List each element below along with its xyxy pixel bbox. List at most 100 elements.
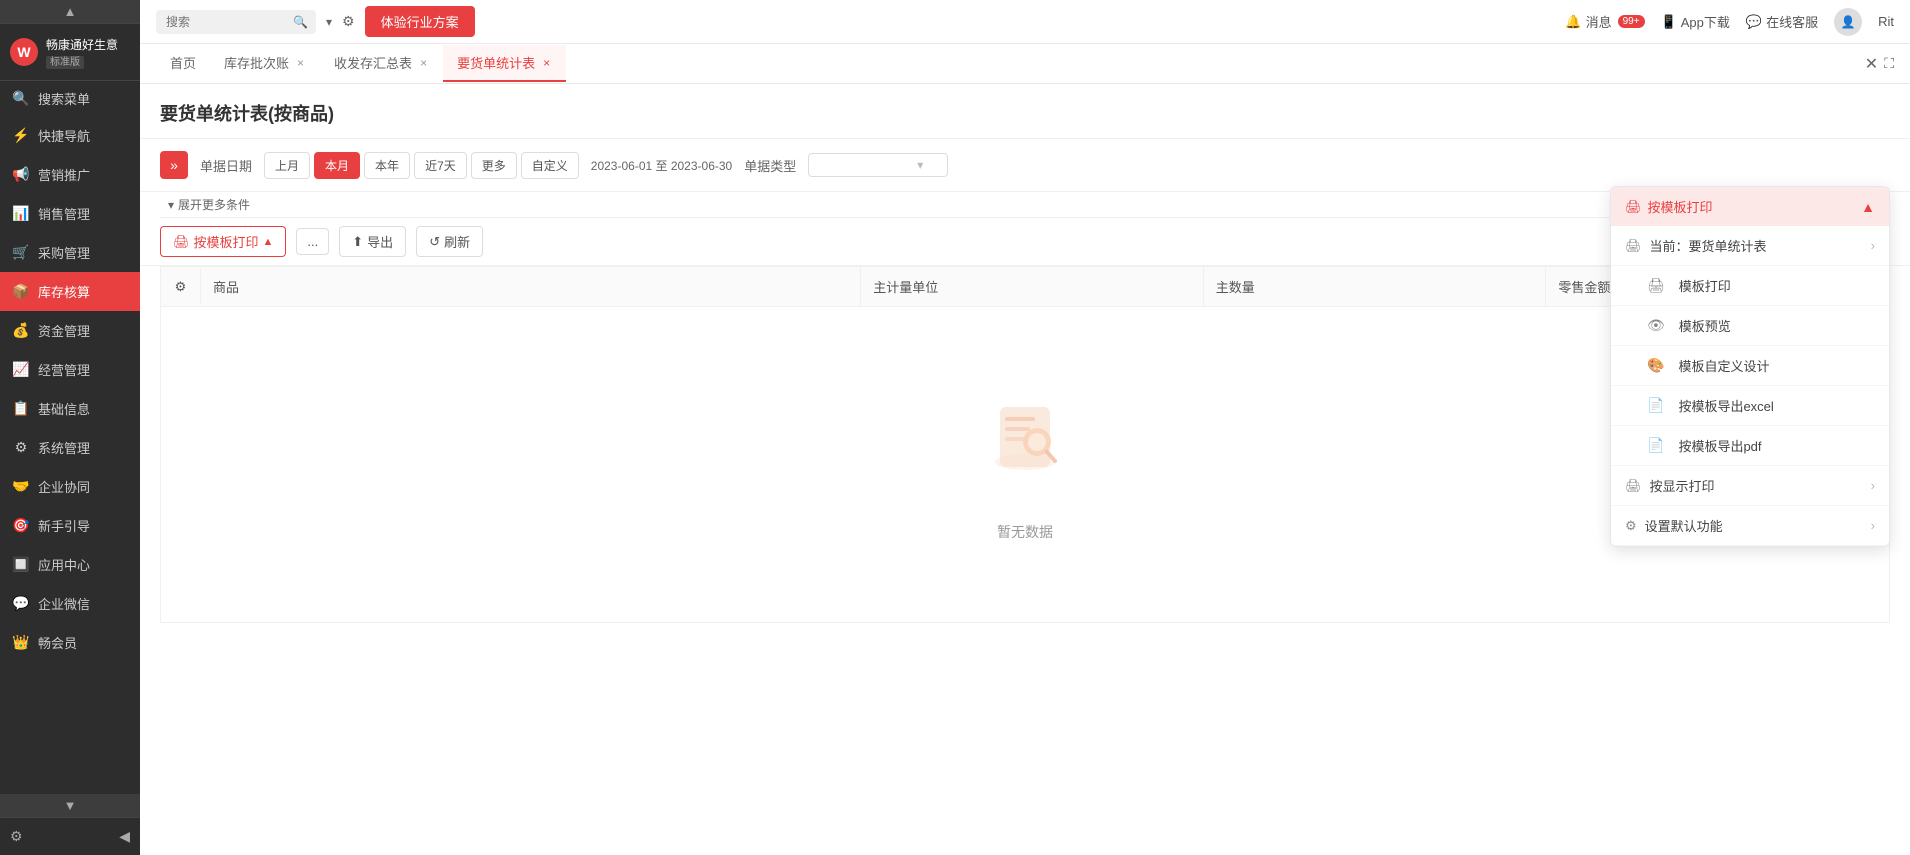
avatar[interactable]: 👤	[1834, 8, 1862, 36]
sub-label-0: 按显示打印	[1650, 476, 1715, 495]
close-tab-order-stat[interactable]: ×	[541, 56, 552, 70]
dropdown-item-template-print[interactable]: 🖨 模板打印	[1611, 266, 1889, 306]
empty-text: 暂无数据	[997, 522, 1053, 542]
item-icon-2: 🎨	[1647, 357, 1664, 374]
date-options-group: 上月 本月 本年 近7天 更多 自定义	[264, 152, 579, 179]
sidebar-item-system[interactable]: ⚙ 系统管理	[0, 428, 140, 467]
sidebar-item-apps[interactable]: 🔲 应用中心	[0, 545, 140, 584]
current-label: 当前：要货单统计表	[1650, 236, 1767, 255]
refresh-icon: ↺	[429, 234, 440, 250]
operations-icon: 📈	[12, 361, 30, 379]
date-btn-custom[interactable]: 自定义	[521, 152, 579, 179]
topbar-gear-btn[interactable]: ⚙	[342, 13, 355, 30]
tab-collection[interactable]: 收发存汇总表 ×	[320, 45, 443, 82]
sidebar-item-wechat[interactable]: 💬 企业微信	[0, 584, 140, 623]
dropdown-item-template-preview[interactable]: 👁 模板预览	[1611, 306, 1889, 346]
sub-icon-0: 🖨	[1625, 478, 1642, 494]
item-icon-4: 📄	[1647, 437, 1664, 454]
topbar-left: 🔍 ▾ ⚙ 体验行业方案	[156, 6, 475, 37]
sidebar-item-sales[interactable]: 📊 销售管理	[0, 194, 140, 233]
app-tag: 标准版	[46, 56, 84, 69]
search-input[interactable]	[156, 10, 316, 34]
expand-more-icon: ▾	[168, 198, 174, 212]
avatar-icon: 👤	[1841, 15, 1856, 29]
sidebar-item-basic[interactable]: 📋 基础信息	[0, 389, 140, 428]
nav-dropdown-btn[interactable]: ▾	[326, 15, 332, 29]
dropdown-set-default[interactable]: ⚙ 设置默认功能 ›	[1611, 506, 1889, 546]
sidebar-item-inventory[interactable]: 📦 库存核算	[0, 272, 140, 311]
print-arrow: ▲	[263, 236, 274, 248]
refresh-btn[interactable]: ↺ 刷新	[416, 226, 483, 257]
sidebar-item-guide[interactable]: 🎯 新手引导	[0, 506, 140, 545]
dropdown-title: 🖨 按模板打印	[1625, 197, 1713, 216]
sidebar-item-finance[interactable]: 💰 资金管理	[0, 311, 140, 350]
app-download-btn[interactable]: 📱 App下载	[1661, 12, 1730, 31]
dropdown-display-print[interactable]: 🖨 按显示打印 ›	[1611, 466, 1889, 506]
system-icon: ⚙	[12, 439, 30, 457]
filter-expand-btn[interactable]: »	[160, 151, 188, 179]
sidebar-item-operations[interactable]: 📈 经营管理	[0, 350, 140, 389]
export-btn[interactable]: ⬆ 导出	[339, 226, 406, 257]
filter-bar: » 单据日期 上月 本月 本年 近7天 更多 自定义 2023-06-01 至 …	[140, 139, 1910, 192]
app-download-label: App下载	[1681, 12, 1730, 31]
sub-arrow-1: ›	[1871, 518, 1875, 533]
sidebar-item-purchase[interactable]: 🛒 采购管理	[0, 233, 140, 272]
dropdown-item-export-excel[interactable]: 📄 按模板导出excel	[1611, 386, 1889, 426]
tabbar-right: ✕ ⛶	[1865, 54, 1894, 74]
sidebar-item-label-wechat: 企业微信	[38, 594, 90, 613]
sidebar-item-search[interactable]: 🔍 搜索菜单	[0, 81, 140, 116]
tab-close-all[interactable]: ✕	[1865, 54, 1878, 74]
date-btn-this-month[interactable]: 本月	[314, 152, 360, 179]
sales-icon: 📊	[12, 205, 30, 223]
date-btn-this-year[interactable]: 本年	[364, 152, 410, 179]
bell-icon: 🔔	[1565, 14, 1581, 30]
sidebar: ▲ W 畅康通好生意 标准版 🔍 搜索菜单 ⚡ 快捷导航 📢 营销推广 📊 销售…	[0, 0, 140, 855]
print-btn[interactable]: 🖨 按模板打印 ▲	[160, 226, 286, 257]
current-icon: 🖨	[1625, 238, 1642, 254]
date-btn-more[interactable]: 更多	[471, 152, 517, 179]
type-select[interactable]: ▾	[808, 153, 948, 177]
sidebar-item-label-quicknav: 快捷导航	[38, 126, 90, 145]
tab-batch[interactable]: 库存批次账 ×	[210, 45, 320, 82]
dropdown-close-btn[interactable]: ▲	[1861, 199, 1875, 215]
online-service-label: 在线客服	[1766, 12, 1818, 31]
sidebar-item-marketing[interactable]: 📢 营销推广	[0, 155, 140, 194]
sidebar-item-member[interactable]: 👑 畅会员	[0, 623, 140, 662]
tab-expand[interactable]: ⛶	[1884, 55, 1894, 72]
close-tab-batch[interactable]: ×	[295, 56, 306, 70]
th-product: 商品	[201, 267, 861, 306]
settings-btn[interactable]: ⚙	[10, 828, 23, 845]
date-btn-last-month[interactable]: 上月	[264, 152, 310, 179]
th-qty: 主数量	[1204, 267, 1547, 306]
collapse-btn[interactable]: ◀	[119, 828, 130, 845]
sidebar-scroll-up[interactable]: ▲	[0, 0, 140, 24]
date-btn-7days[interactable]: 近7天	[414, 152, 467, 179]
online-service-btn[interactable]: 💬 在线客服	[1746, 12, 1818, 31]
tab-batch-label: 库存批次账	[224, 53, 289, 72]
tab-order-stat[interactable]: 要货单统计表 ×	[443, 45, 566, 82]
expand-more-label: 展开更多条件	[178, 196, 250, 213]
sidebar-item-quicknav[interactable]: ⚡ 快捷导航	[0, 116, 140, 155]
th-unit: 主计量单位	[861, 267, 1204, 306]
page-title: 要货单统计表(按商品)	[160, 100, 1890, 126]
sidebar-item-label-search: 搜索菜单	[38, 89, 90, 108]
more-btn[interactable]: ...	[296, 228, 329, 255]
sidebar-item-collab[interactable]: 🤝 企业协同	[0, 467, 140, 506]
sidebar-item-label-member: 畅会员	[38, 633, 77, 652]
item-label-1: 模板预览	[1679, 316, 1731, 335]
tab-home[interactable]: 首页	[156, 45, 210, 82]
sidebar-scroll-down[interactable]: ▼	[0, 794, 140, 817]
download-icon: 📱	[1661, 14, 1677, 30]
date-label: 单据日期	[200, 156, 252, 175]
type-label: 单据类型	[744, 156, 796, 175]
topbar-right: 🔔 消息 99+ 📱 App下载 💬 在线客服 👤 Rit	[1565, 8, 1894, 36]
service-icon: 💬	[1746, 14, 1762, 30]
messages-btn[interactable]: 🔔 消息 99+	[1565, 12, 1644, 31]
dropdown-current-item[interactable]: 🖨 当前：要货单统计表 ›	[1611, 226, 1889, 266]
dropdown-item-export-pdf[interactable]: 📄 按模板导出pdf	[1611, 426, 1889, 466]
dropdown-item-template-design[interactable]: 🎨 模板自定义设计	[1611, 346, 1889, 386]
gear-icon-table[interactable]: ⚙	[175, 279, 187, 295]
close-tab-collection[interactable]: ×	[418, 56, 429, 70]
industry-btn[interactable]: 体验行业方案	[365, 6, 475, 37]
empty-icon	[975, 387, 1075, 506]
